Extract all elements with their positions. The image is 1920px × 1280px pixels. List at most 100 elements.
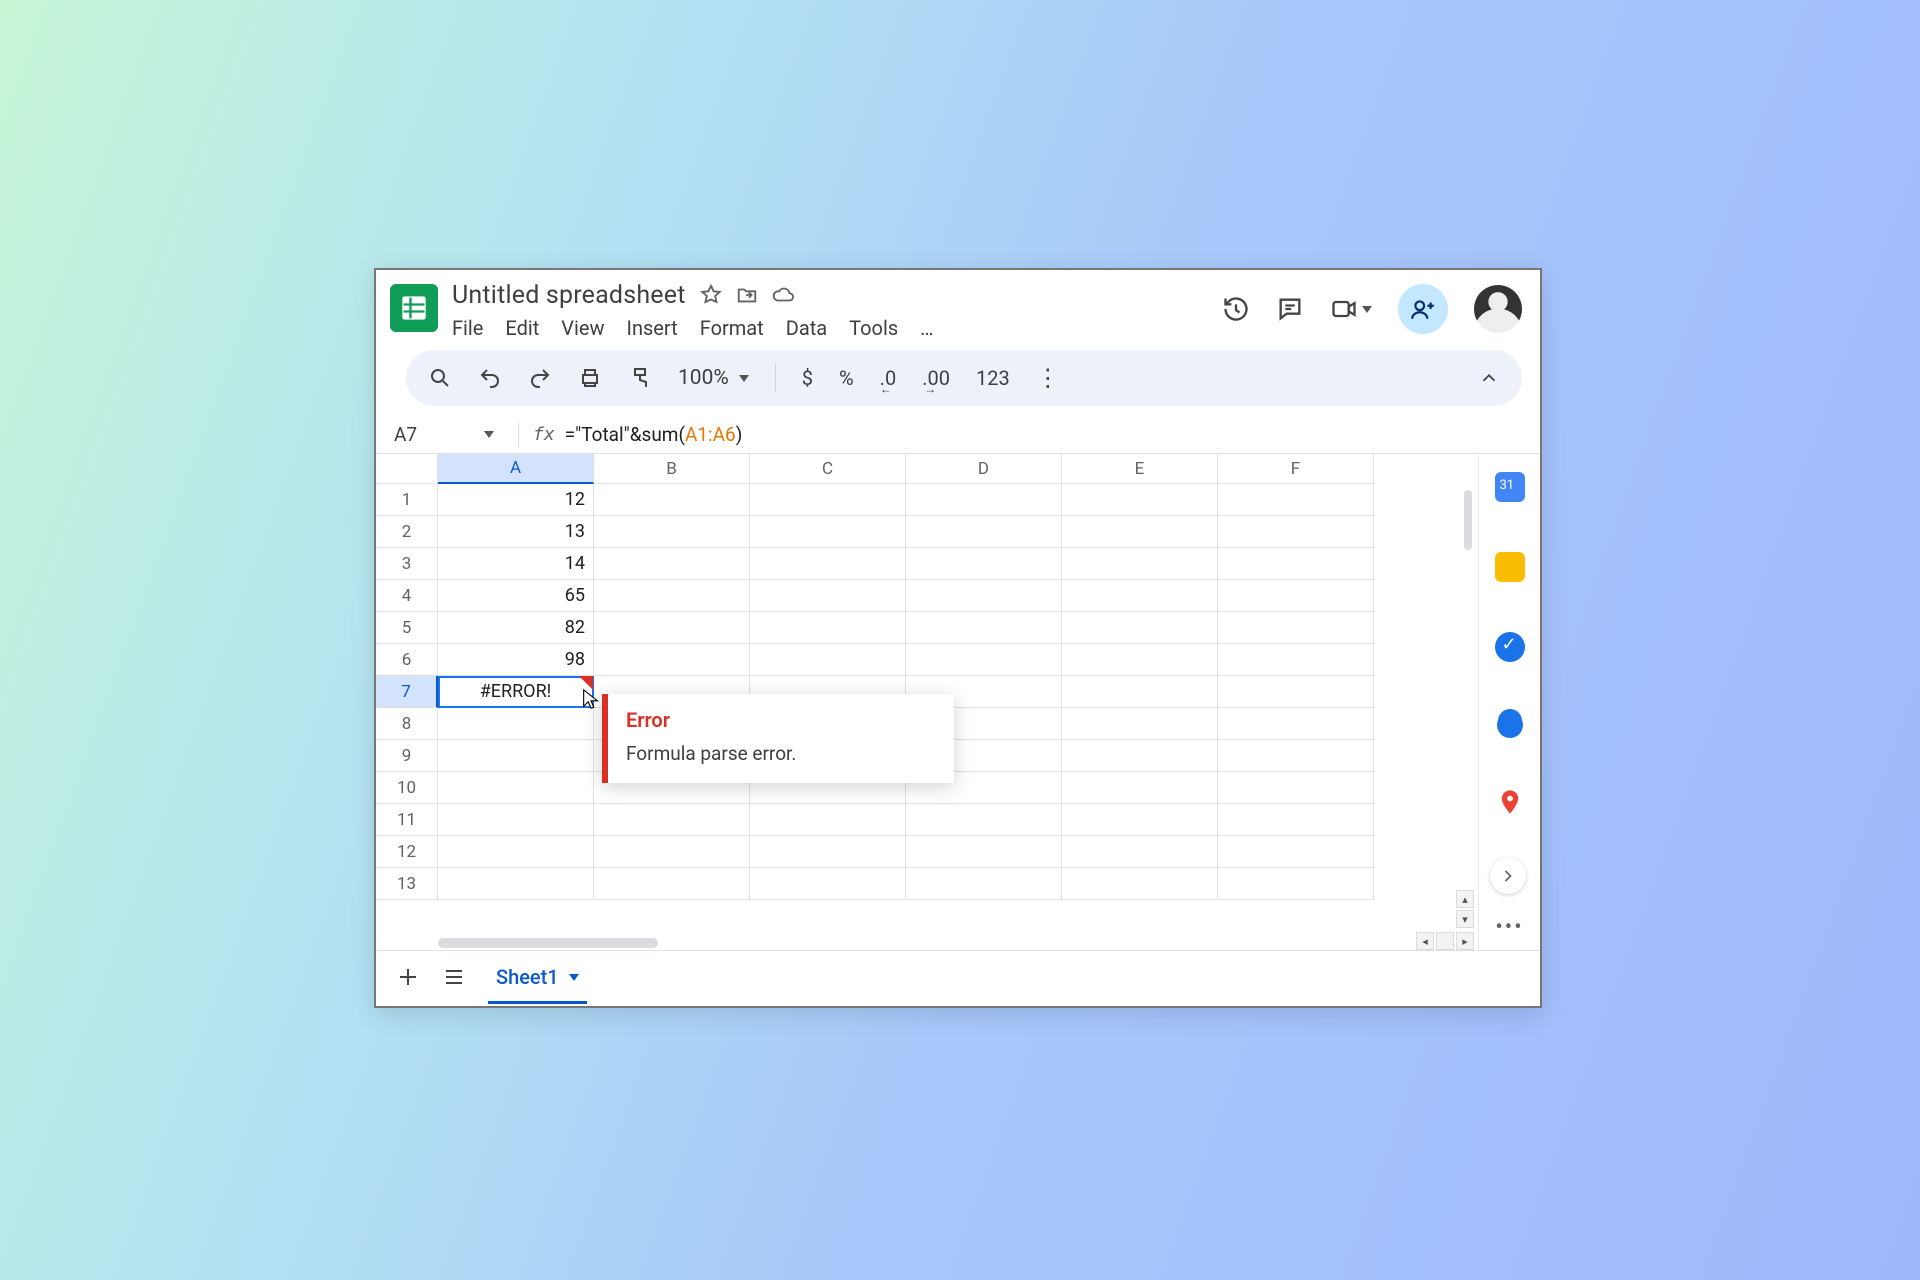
history-icon[interactable] — [1222, 295, 1250, 323]
name-box[interactable]: A7 — [394, 423, 504, 446]
cell-D6[interactable] — [906, 644, 1062, 676]
row-header-12[interactable]: 12 — [376, 836, 438, 868]
row-header-8[interactable]: 8 — [376, 708, 438, 740]
sheet-tab[interactable]: Sheet1 — [488, 953, 587, 1004]
col-header-D[interactable]: D — [906, 454, 1062, 484]
redo-icon[interactable] — [528, 366, 552, 390]
comment-icon[interactable] — [1276, 295, 1304, 323]
cell-F1[interactable] — [1218, 484, 1374, 516]
search-icon[interactable] — [428, 366, 452, 390]
sheets-logo-icon[interactable] — [390, 284, 438, 332]
cell-B3[interactable] — [594, 548, 750, 580]
row-header-1[interactable]: 1 — [376, 484, 438, 516]
cell-A11[interactable] — [438, 804, 594, 836]
cell-A1[interactable]: 12 — [438, 484, 594, 516]
cell-E7[interactable] — [1062, 676, 1218, 708]
row-header-6[interactable]: 6 — [376, 644, 438, 676]
currency-button[interactable]: $ — [802, 366, 813, 390]
cell-A3[interactable]: 14 — [438, 548, 594, 580]
cell-C13[interactable] — [750, 868, 906, 900]
menu-data[interactable]: Data — [786, 316, 827, 340]
row-header-9[interactable]: 9 — [376, 740, 438, 772]
cell-F8[interactable] — [1218, 708, 1374, 740]
col-header-A[interactable]: A — [438, 454, 594, 484]
cell-A6[interactable]: 98 — [438, 644, 594, 676]
col-header-C[interactable]: C — [750, 454, 906, 484]
maps-icon[interactable] — [1496, 788, 1524, 816]
row-header-11[interactable]: 11 — [376, 804, 438, 836]
cell-E8[interactable] — [1062, 708, 1218, 740]
cell-F9[interactable] — [1218, 740, 1374, 772]
vertical-scrollbar[interactable] — [1464, 490, 1472, 550]
cell-E2[interactable] — [1062, 516, 1218, 548]
move-folder-icon[interactable] — [736, 284, 758, 306]
calendar-icon[interactable] — [1495, 472, 1525, 502]
col-header-E[interactable]: E — [1062, 454, 1218, 484]
zoom-select[interactable]: 100% — [678, 366, 749, 390]
cell-D11[interactable] — [906, 804, 1062, 836]
cell-D4[interactable] — [906, 580, 1062, 612]
document-title[interactable]: Untitled spreadsheet — [452, 281, 686, 310]
contacts-icon[interactable] — [1497, 712, 1523, 738]
row-header-2[interactable]: 2 — [376, 516, 438, 548]
cell-B6[interactable] — [594, 644, 750, 676]
cell-E3[interactable] — [1062, 548, 1218, 580]
cell-C11[interactable] — [750, 804, 906, 836]
keep-icon[interactable] — [1495, 552, 1525, 582]
decrease-decimal-button[interactable]: .0← — [880, 366, 897, 390]
cell-F7[interactable] — [1218, 676, 1374, 708]
scroll-down-icon[interactable]: ▾ — [1456, 910, 1474, 928]
cell-F5[interactable] — [1218, 612, 1374, 644]
scroll-right-icon[interactable]: ▸ — [1456, 932, 1474, 950]
cell-B5[interactable] — [594, 612, 750, 644]
cell-D12[interactable] — [906, 836, 1062, 868]
cell-D2[interactable] — [906, 516, 1062, 548]
cell-F11[interactable] — [1218, 804, 1374, 836]
star-icon[interactable] — [700, 284, 722, 306]
cell-B2[interactable] — [594, 516, 750, 548]
cell-E1[interactable] — [1062, 484, 1218, 516]
all-sheets-icon[interactable] — [442, 965, 466, 993]
cell-B13[interactable] — [594, 868, 750, 900]
cell-F3[interactable] — [1218, 548, 1374, 580]
cell-E10[interactable] — [1062, 772, 1218, 804]
cell-E13[interactable] — [1062, 868, 1218, 900]
cloud-status-icon[interactable] — [772, 284, 794, 306]
cell-F12[interactable] — [1218, 836, 1374, 868]
side-panel-more-icon[interactable]: ••• — [1495, 915, 1523, 940]
cell-F13[interactable] — [1218, 868, 1374, 900]
row-header-10[interactable]: 10 — [376, 772, 438, 804]
horizontal-scrollbar[interactable] — [438, 938, 658, 948]
row-header-4[interactable]: 4 — [376, 580, 438, 612]
menu-more[interactable]: … — [920, 316, 933, 340]
cell-E4[interactable] — [1062, 580, 1218, 612]
tasks-icon[interactable] — [1495, 632, 1525, 662]
cell-E5[interactable] — [1062, 612, 1218, 644]
cell-D5[interactable] — [906, 612, 1062, 644]
row-header-7[interactable]: 7 — [376, 676, 438, 708]
add-sheet-icon[interactable] — [396, 965, 420, 993]
menu-insert[interactable]: Insert — [627, 316, 678, 340]
cell-A5[interactable]: 82 — [438, 612, 594, 644]
print-icon[interactable] — [578, 366, 602, 390]
menu-edit[interactable]: Edit — [505, 316, 539, 340]
cell-F4[interactable] — [1218, 580, 1374, 612]
cell-E12[interactable] — [1062, 836, 1218, 868]
scroll-left-icon[interactable]: ◂ — [1416, 932, 1434, 950]
menu-tools[interactable]: Tools — [849, 316, 898, 340]
cell-D3[interactable] — [906, 548, 1062, 580]
paint-format-icon[interactable] — [628, 366, 652, 390]
cell-C12[interactable] — [750, 836, 906, 868]
cell-D1[interactable] — [906, 484, 1062, 516]
toolbar-more-icon[interactable]: ⋮ — [1036, 364, 1060, 392]
account-avatar[interactable] — [1474, 285, 1522, 333]
col-header-B[interactable]: B — [594, 454, 750, 484]
cell-B4[interactable] — [594, 580, 750, 612]
meet-icon[interactable] — [1330, 295, 1372, 323]
select-all-corner[interactable] — [376, 454, 438, 484]
row-header-5[interactable]: 5 — [376, 612, 438, 644]
cell-C3[interactable] — [750, 548, 906, 580]
cell-C6[interactable] — [750, 644, 906, 676]
share-button[interactable] — [1398, 284, 1448, 334]
cell-E9[interactable] — [1062, 740, 1218, 772]
